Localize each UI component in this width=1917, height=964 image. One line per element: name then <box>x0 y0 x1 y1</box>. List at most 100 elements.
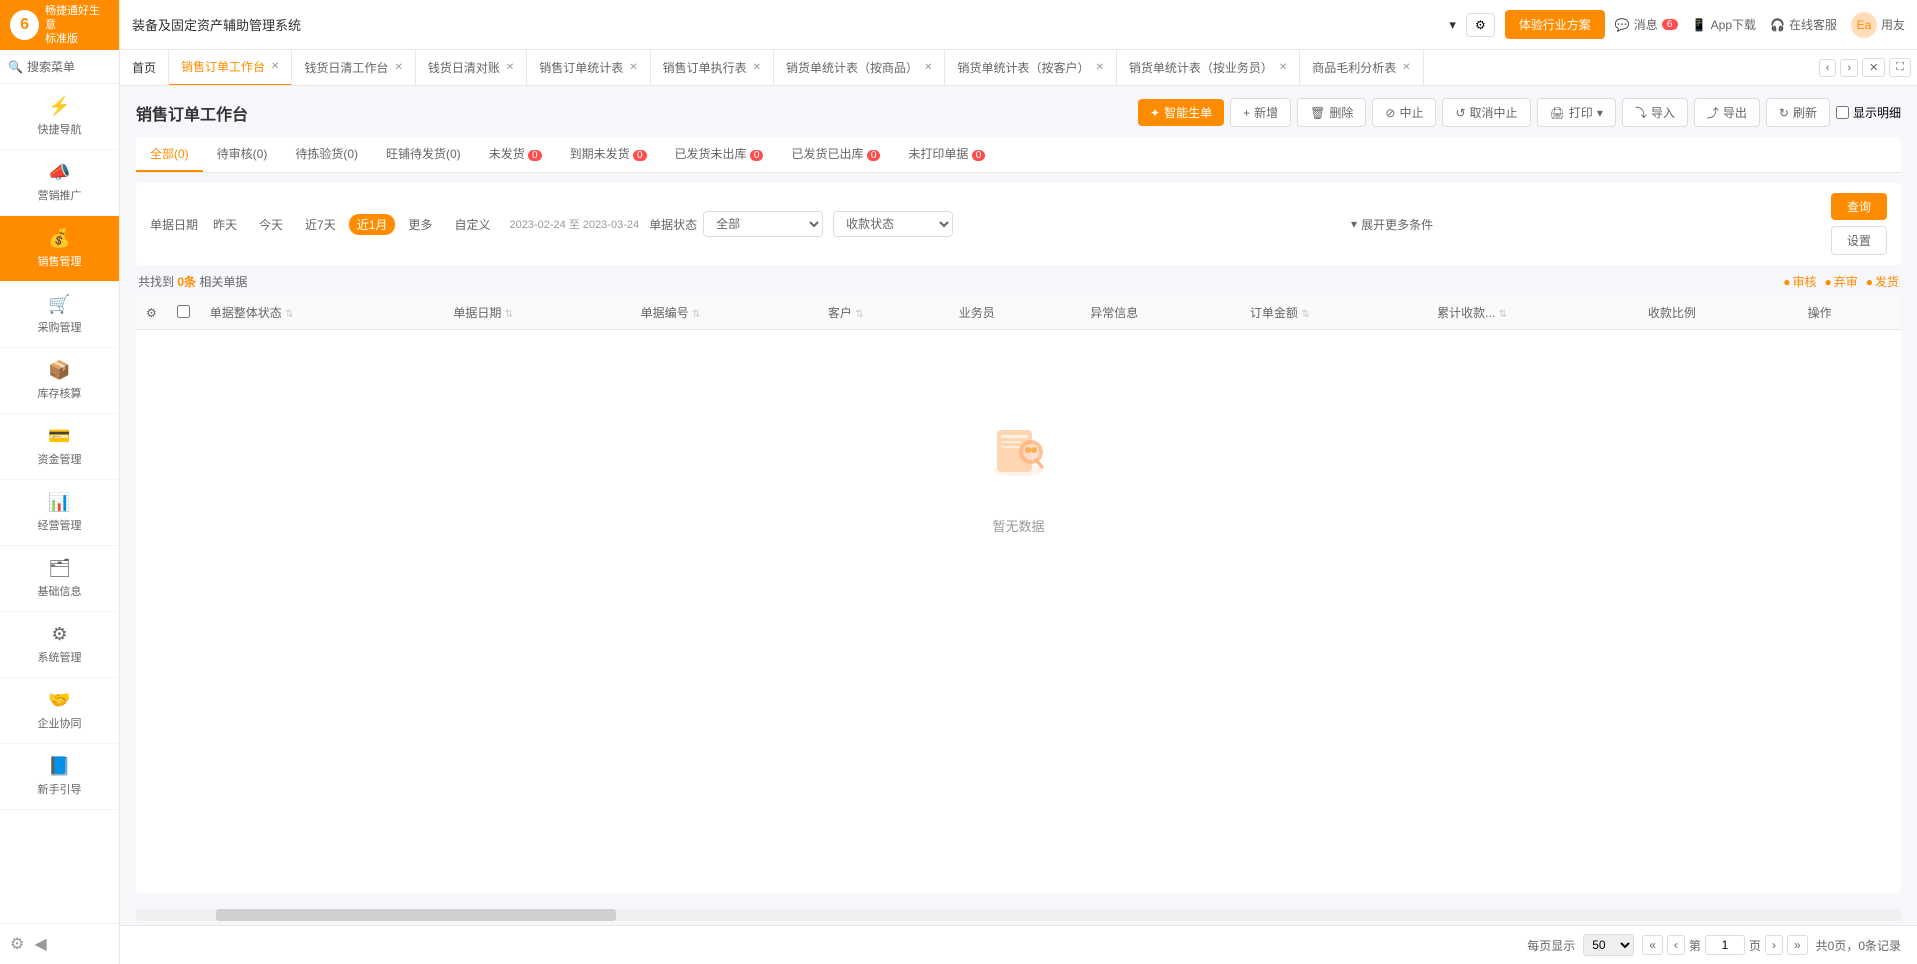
date-btn-more[interactable]: 更多 <box>399 213 441 236</box>
th-settings[interactable]: ⚙ <box>136 296 167 330</box>
tab-cash-reconcile[interactable]: 钱货日清对账 ✕ <box>416 50 527 86</box>
tab-sales-stat-product-close[interactable]: ✕ <box>924 62 932 73</box>
sort-customer-icon[interactable]: ⇅ <box>855 309 863 320</box>
th-checkbox[interactable] <box>167 296 200 330</box>
import-btn[interactable]: ⤵ 导入 <box>1622 98 1688 127</box>
sidebar-item-operation[interactable]: 📊 经营管理 <box>0 480 119 546</box>
app-download-action[interactable]: 📱 App下载 <box>1692 16 1756 33</box>
show-detail-checkbox-label[interactable]: 显示明细 <box>1836 104 1901 121</box>
sort-status-icon[interactable]: ⇅ <box>285 309 293 320</box>
date-btn-1month[interactable]: 近1月 <box>349 214 396 235</box>
date-btn-today[interactable]: 今天 <box>250 213 292 236</box>
tab-cash-daily-close[interactable]: ✕ <box>394 62 402 73</box>
tab-home[interactable]: 首页 <box>120 50 169 86</box>
sidebar-item-quick-nav[interactable]: ⚡ 快捷导航 <box>0 84 119 150</box>
tab-sales-stat-staff[interactable]: 销货单统计表（按业务员） ✕ <box>1117 50 1300 86</box>
pause-btn[interactable]: ⊘ 中止 <box>1372 98 1436 127</box>
tab-sales-exec-table[interactable]: 销售订单执行表 ✕ <box>651 50 774 86</box>
setting-btn[interactable]: 设置 <box>1831 226 1887 255</box>
scrollbar-thumb[interactable] <box>216 909 616 921</box>
industry-solution-btn[interactable]: 体验行业方案 <box>1505 10 1605 39</box>
sidebar-item-enterprise[interactable]: 🤝 企业协同 <box>0 678 119 744</box>
ship-btn[interactable]: ● 发货 <box>1866 273 1899 290</box>
filter-tab-overdue-not-shipped[interactable]: 到期未发货 0 <box>556 137 661 172</box>
collapse-icon[interactable]: ◀ <box>34 934 46 954</box>
sidebar-item-purchase[interactable]: 🛒 采购管理 <box>0 282 119 348</box>
first-page-btn[interactable]: « <box>1642 935 1663 955</box>
tab-maximize-btn[interactable]: ⛶ <box>1889 58 1911 77</box>
tab-cash-daily[interactable]: 钱货日清工作台 ✕ <box>292 50 415 86</box>
tab-sales-stat-staff-close[interactable]: ✕ <box>1279 62 1287 73</box>
tab-product-margin[interactable]: 商品毛利分析表 ✕ <box>1300 50 1423 86</box>
tab-sales-workbench-close[interactable]: ✕ <box>271 61 279 72</box>
prev-page-btn[interactable]: ‹ <box>1667 935 1685 955</box>
sidebar-item-guide[interactable]: 📘 新手引导 <box>0 744 119 810</box>
sidebar-item-sales[interactable]: 💰 销售管理 <box>0 216 119 282</box>
review-btn[interactable]: ● 审核 <box>1783 273 1816 290</box>
status-select[interactable]: 全部 <box>703 211 823 237</box>
user-action[interactable]: Ea 用友 <box>1851 12 1905 38</box>
filter-tab-not-printed[interactable]: 未打印单据 0 <box>894 137 999 172</box>
sort-number-icon[interactable]: ⇅ <box>692 309 700 320</box>
cancel-pause-btn[interactable]: ↺ 取消中止 <box>1442 98 1530 127</box>
settings-bottom-icon[interactable]: ⚙ <box>10 934 24 954</box>
avatar: Ea <box>1851 12 1877 38</box>
sort-received-icon[interactable]: ⇅ <box>1499 309 1507 320</box>
show-detail-checkbox[interactable] <box>1836 106 1849 119</box>
print-btn[interactable]: 🖨 打印 ▾ <box>1537 98 1616 127</box>
page-input[interactable] <box>1705 935 1745 955</box>
message-action[interactable]: 💬 消息 6 <box>1615 16 1678 33</box>
sort-amount-icon[interactable]: ⇅ <box>1301 309 1309 320</box>
delete-btn[interactable]: 🗑 删除 <box>1297 98 1366 127</box>
new-btn[interactable]: + 新增 <box>1230 98 1291 127</box>
query-btn[interactable]: 查询 <box>1831 193 1887 220</box>
tab-sales-stat-customer[interactable]: 销货单统计表（按客户） ✕ <box>945 50 1116 86</box>
filter-tab-pending-inspect[interactable]: 待拣验货(0) <box>281 137 372 172</box>
tab-sales-stat-table[interactable]: 销售订单统计表 ✕ <box>527 50 650 86</box>
tab-product-margin-close[interactable]: ✕ <box>1402 62 1410 73</box>
tab-prev-btn[interactable]: ‹ <box>1819 59 1837 77</box>
tab-close-all-btn[interactable]: ✕ <box>1862 58 1885 77</box>
filter-tab-pending-review[interactable]: 待审核(0) <box>203 137 282 172</box>
export-btn[interactable]: ⤴ 导出 <box>1694 98 1760 127</box>
horizontal-scrollbar[interactable] <box>136 909 1901 921</box>
sidebar-item-finance[interactable]: 💳 资金管理 <box>0 414 119 480</box>
date-btn-yesterday[interactable]: 昨天 <box>204 213 246 236</box>
tab-sales-exec-close[interactable]: ✕ <box>753 62 761 73</box>
tab-sales-stat-close[interactable]: ✕ <box>629 62 637 73</box>
sidebar-item-base-info[interactable]: 🗂 基础信息 <box>0 546 119 612</box>
sidebar-item-marketing[interactable]: 📣 营销推广 <box>0 150 119 216</box>
filter-tab-all[interactable]: 全部(0) <box>136 137 203 172</box>
tab-sales-stat-product[interactable]: 销货单统计表（按商品） ✕ <box>774 50 945 86</box>
logo-icon: 6 <box>10 10 39 40</box>
refresh-btn[interactable]: ↻ 刷新 <box>1766 98 1830 127</box>
date-btn-custom[interactable]: 自定义 <box>445 213 499 236</box>
next-page-btn[interactable]: › <box>1765 935 1783 955</box>
smart-create-btn[interactable]: ✦ 智能生单 <box>1138 99 1224 126</box>
filter-tab-not-shipped[interactable]: 未发货 0 <box>475 137 556 172</box>
sidebar-item-system[interactable]: ⚙ 系统管理 <box>0 612 119 678</box>
sort-date-icon[interactable]: ⇅ <box>505 309 513 320</box>
date-btn-7days[interactable]: 近7天 <box>296 213 345 236</box>
settings-topbar-btn[interactable]: ⚙ <box>1466 13 1495 37</box>
refresh-label: 刷新 <box>1793 104 1817 121</box>
filter-tab-wang-pending-ship[interactable]: 旺铺待发货(0) <box>372 137 475 172</box>
expand-conditions-btn[interactable]: ▾ 展开更多条件 <box>1351 216 1433 233</box>
last-page-btn[interactable]: » <box>1787 935 1808 955</box>
sidebar-search[interactable]: 🔍 搜索菜单 <box>0 50 119 84</box>
online-service-action[interactable]: 🎧 在线客服 <box>1770 16 1837 33</box>
payment-status-select[interactable]: 收款状态 <box>833 211 953 237</box>
tab-sales-stat-customer-close[interactable]: ✕ <box>1095 62 1103 73</box>
select-all-checkbox[interactable] <box>177 305 190 318</box>
finance-icon: 💳 <box>48 426 70 447</box>
tab-sales-workbench[interactable]: 销售订单工作台 ✕ <box>169 50 292 86</box>
cancel-review-btn[interactable]: ● 弃审 <box>1824 273 1857 290</box>
filter-tab-shipped-not-out[interactable]: 已发货未出库 0 <box>661 137 778 172</box>
filter-tab-shipped-out[interactable]: 已发货已出库 0 <box>777 137 894 172</box>
page-size-select[interactable]: 50 10 20 100 <box>1583 934 1634 956</box>
page-content: 销售订单工作台 ✦ 智能生单 + 新增 🗑 删除 ⊘ <box>120 86 1917 964</box>
sidebar-item-inventory[interactable]: 📦 库存核算 <box>0 348 119 414</box>
tab-cash-reconcile-close[interactable]: ✕ <box>506 62 514 73</box>
system-dropdown[interactable]: ▾ <box>1449 17 1456 33</box>
tab-next-btn[interactable]: › <box>1840 59 1858 77</box>
